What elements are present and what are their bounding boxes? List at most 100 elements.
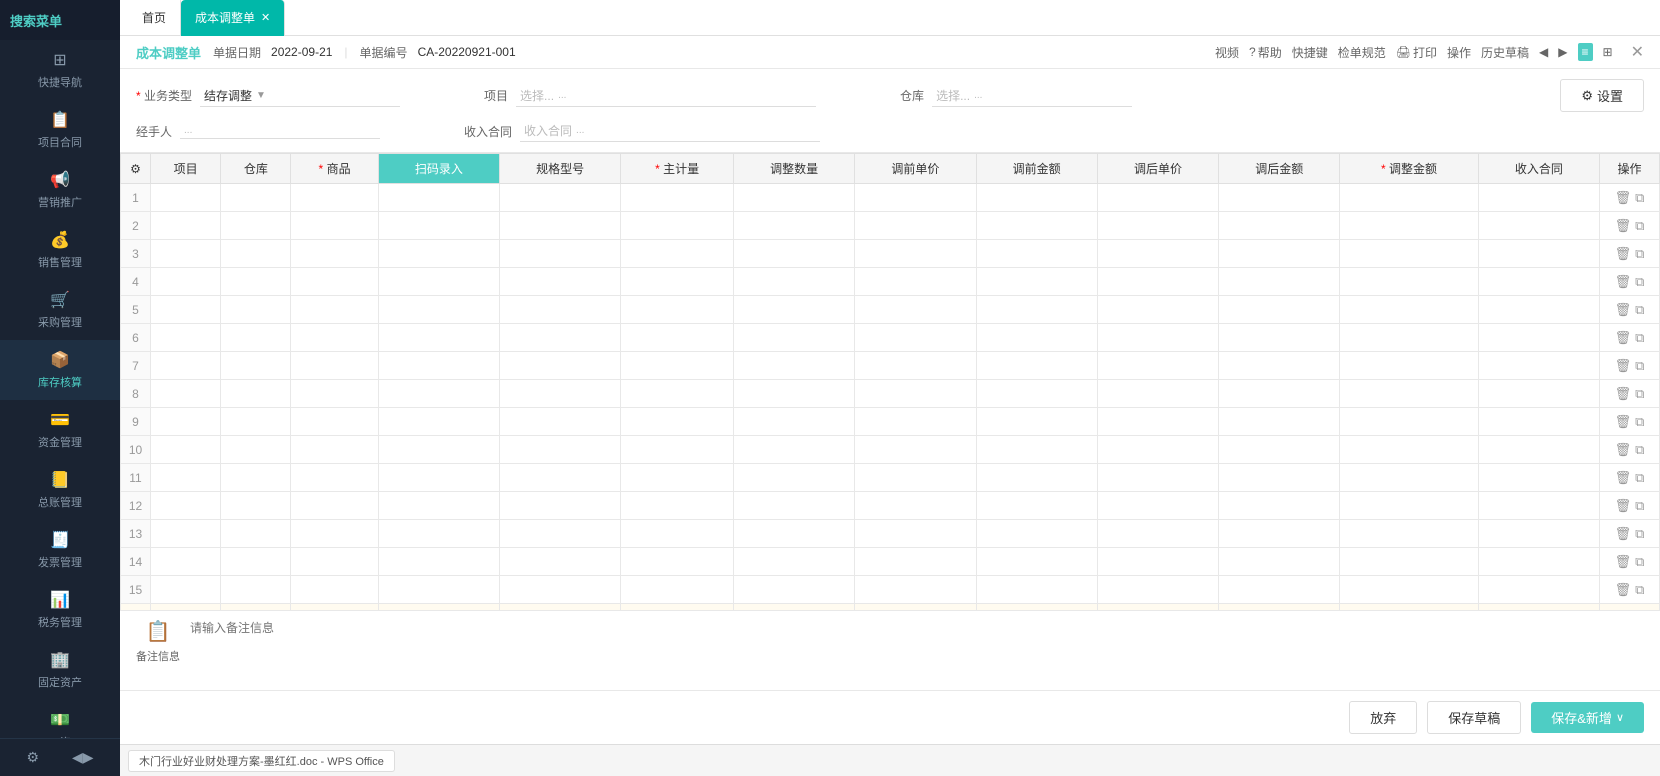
tab-cost-adjust[interactable]: 成本调整单 ✕ — [181, 0, 285, 36]
cell-project[interactable] — [151, 436, 221, 464]
cell-income-contract[interactable] — [1478, 464, 1599, 492]
cell-unit[interactable] — [621, 184, 734, 212]
save-new-button[interactable]: 保存&新增 ∨ — [1531, 702, 1644, 733]
collapse-icon[interactable]: ◀▶ — [72, 749, 94, 766]
cell-unit[interactable] — [621, 212, 734, 240]
delete-row-btn[interactable]: 🗑 — [1615, 274, 1632, 290]
cell-project[interactable] — [151, 296, 221, 324]
cell-project[interactable] — [151, 380, 221, 408]
cell-after-amount[interactable] — [1219, 380, 1340, 408]
cell-spec[interactable] — [499, 324, 620, 352]
cell-spec[interactable] — [499, 492, 620, 520]
cell-adjust-amount[interactable] — [1340, 268, 1478, 296]
cell-before-amount[interactable] — [976, 184, 1097, 212]
cell-product[interactable] — [291, 380, 378, 408]
copy-row-btn[interactable]: ⧉ — [1635, 246, 1644, 262]
cell-spec[interactable] — [499, 268, 620, 296]
cell-adjust-amount[interactable] — [1340, 380, 1478, 408]
cell-before-price[interactable] — [855, 576, 976, 604]
sidebar-item-quick-nav[interactable]: ⊞快捷导航 — [0, 40, 120, 100]
cell-adjust-qty[interactable] — [734, 184, 855, 212]
cell-adjust-amount[interactable] — [1340, 240, 1478, 268]
cell-adjust-qty[interactable] — [734, 296, 855, 324]
cell-unit[interactable] — [621, 492, 734, 520]
cell-before-price[interactable] — [855, 184, 976, 212]
cell-before-amount[interactable] — [976, 212, 1097, 240]
cell-scan[interactable] — [378, 240, 499, 268]
cell-before-amount[interactable] — [976, 408, 1097, 436]
cell-product[interactable] — [291, 548, 378, 576]
cell-before-price[interactable] — [855, 436, 976, 464]
cell-adjust-qty[interactable] — [734, 436, 855, 464]
cell-scan[interactable] — [378, 380, 499, 408]
cell-after-amount[interactable] — [1219, 324, 1340, 352]
cell-warehouse[interactable] — [221, 352, 291, 380]
copy-row-btn[interactable]: ⧉ — [1635, 190, 1644, 206]
cell-scan[interactable] — [378, 296, 499, 324]
cell-after-price[interactable] — [1097, 296, 1218, 324]
cell-income-contract[interactable] — [1478, 240, 1599, 268]
cell-after-price[interactable] — [1097, 408, 1218, 436]
cell-unit[interactable] — [621, 240, 734, 268]
layout-btn1[interactable]: ≡ — [1578, 43, 1593, 61]
sidebar-item-project-contract[interactable]: 📋项目合同 — [0, 100, 120, 160]
cell-product[interactable] — [291, 520, 378, 548]
cell-spec[interactable] — [499, 548, 620, 576]
cell-after-amount[interactable] — [1219, 296, 1340, 324]
cell-scan[interactable] — [378, 184, 499, 212]
delete-row-btn[interactable]: 🗑 — [1615, 526, 1632, 542]
cell-after-price[interactable] — [1097, 576, 1218, 604]
copy-row-btn[interactable]: ⧉ — [1635, 358, 1644, 374]
cell-unit[interactable] — [621, 352, 734, 380]
income-contract-value[interactable]: 收入合同 ... — [520, 120, 820, 142]
warehouse-value[interactable]: 选择... ... — [932, 85, 1132, 107]
cell-income-contract[interactable] — [1478, 520, 1599, 548]
cell-income-contract[interactable] — [1478, 408, 1599, 436]
cell-product[interactable] — [291, 408, 378, 436]
cell-income-contract[interactable] — [1478, 268, 1599, 296]
cell-before-amount[interactable] — [976, 464, 1097, 492]
cell-product[interactable] — [291, 268, 378, 296]
delete-row-btn[interactable]: 🗑 — [1615, 246, 1632, 262]
cell-warehouse[interactable] — [221, 464, 291, 492]
cell-spec[interactable] — [499, 408, 620, 436]
cell-after-price[interactable] — [1097, 380, 1218, 408]
cell-spec[interactable] — [499, 352, 620, 380]
cell-income-contract[interactable] — [1478, 184, 1599, 212]
cell-warehouse[interactable] — [221, 520, 291, 548]
delete-row-btn[interactable]: 🗑 — [1615, 414, 1632, 430]
cell-project[interactable] — [151, 268, 221, 296]
cell-adjust-amount[interactable] — [1340, 520, 1478, 548]
cell-warehouse[interactable] — [221, 240, 291, 268]
cell-before-price[interactable] — [855, 548, 976, 576]
cell-adjust-amount[interactable] — [1340, 212, 1478, 240]
cell-after-amount[interactable] — [1219, 576, 1340, 604]
cell-before-price[interactable] — [855, 296, 976, 324]
sidebar-item-sales-mgmt[interactable]: 💰销售管理 — [0, 220, 120, 280]
cell-adjust-qty[interactable] — [734, 240, 855, 268]
cell-unit[interactable] — [621, 520, 734, 548]
cell-after-price[interactable] — [1097, 184, 1218, 212]
cell-product[interactable] — [291, 436, 378, 464]
project-value[interactable]: 选择... ... — [516, 85, 816, 107]
cell-scan[interactable] — [378, 464, 499, 492]
cell-before-amount[interactable] — [976, 520, 1097, 548]
layout-btn2[interactable]: ⊞ — [1603, 45, 1613, 59]
cell-before-amount[interactable] — [976, 352, 1097, 380]
cell-after-price[interactable] — [1097, 464, 1218, 492]
cell-spec[interactable] — [499, 436, 620, 464]
cell-unit[interactable] — [621, 408, 734, 436]
cell-adjust-qty[interactable] — [734, 380, 855, 408]
doc-title[interactable]: 成本调整单 — [136, 43, 201, 62]
cell-before-amount[interactable] — [976, 324, 1097, 352]
check-btn[interactable]: 检单规范 — [1338, 44, 1386, 61]
cell-before-amount[interactable] — [976, 268, 1097, 296]
sidebar-item-payroll[interactable]: 💵工资 — [0, 700, 120, 738]
cell-scan[interactable] — [378, 408, 499, 436]
copy-row-btn[interactable]: ⧉ — [1635, 386, 1644, 402]
agent-value[interactable]: ... — [180, 123, 380, 139]
doc-close-btn[interactable]: ✕ — [1631, 42, 1644, 62]
cell-adjust-qty[interactable] — [734, 212, 855, 240]
notes-input[interactable] — [190, 619, 1644, 647]
cell-product[interactable] — [291, 464, 378, 492]
